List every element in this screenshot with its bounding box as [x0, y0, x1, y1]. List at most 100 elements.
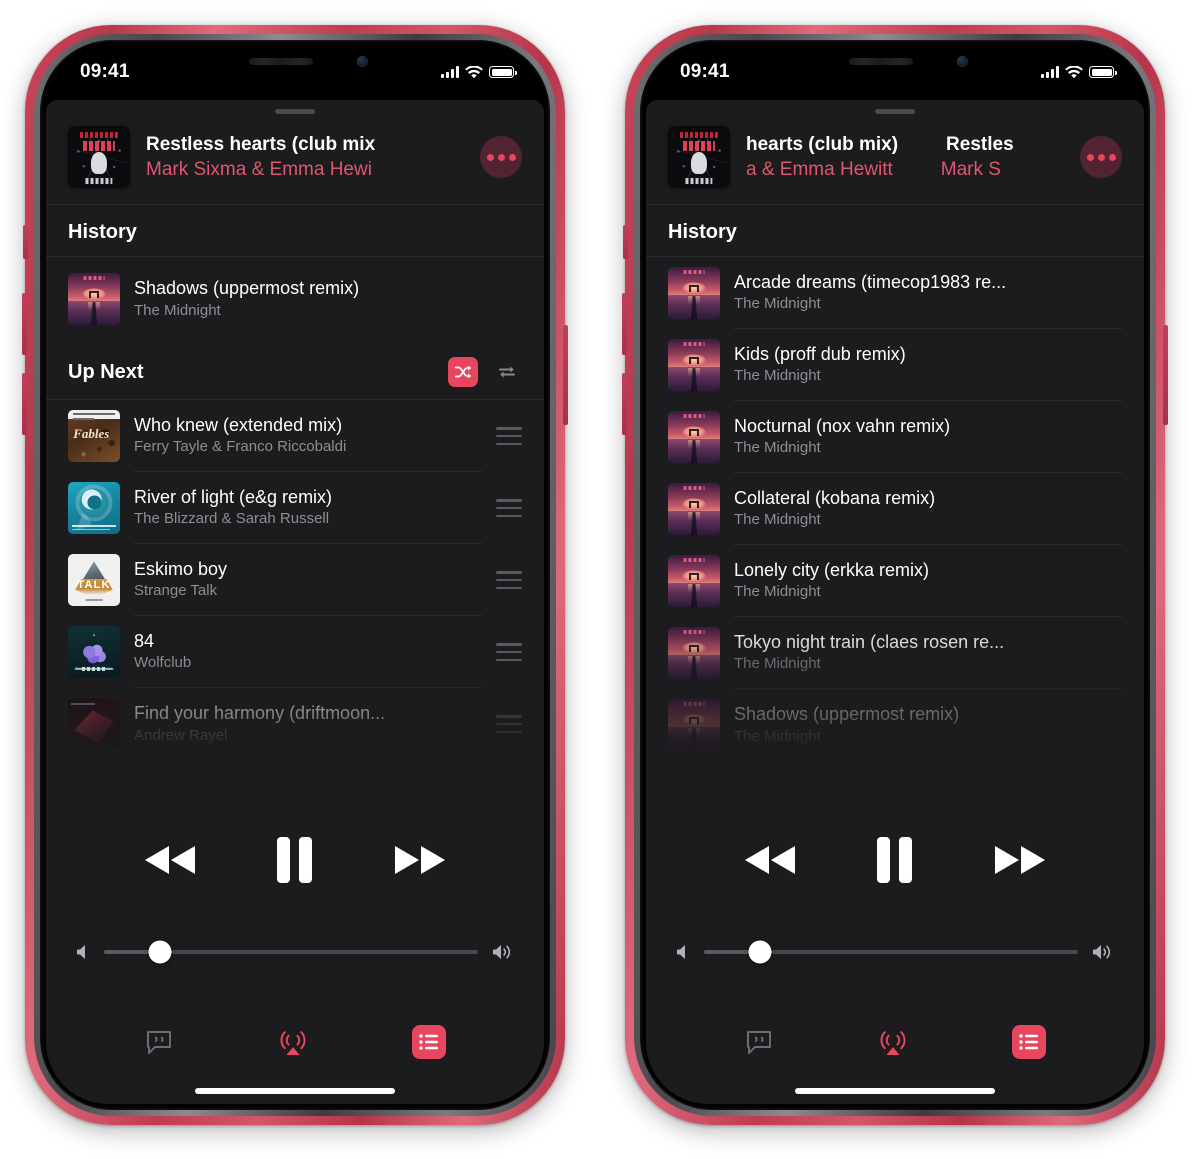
status-indicators: [1041, 65, 1117, 79]
track-artwork: TALK: [68, 554, 120, 606]
lyrics-button[interactable]: [144, 1027, 174, 1057]
track-artist: The Midnight: [734, 655, 821, 673]
drag-handle-icon[interactable]: [496, 427, 522, 445]
track-title: Shadows (uppermost remix): [734, 704, 960, 725]
track-artwork: Fables: [68, 410, 120, 462]
volume-track[interactable]: [104, 940, 478, 964]
track-title: Find your harmony (driftmoon...: [134, 703, 386, 724]
shuffle-icon: [454, 365, 472, 379]
repeat-button[interactable]: [492, 357, 522, 387]
screenshot-root: 09:41 Restless hearts (club mix Mark Six…: [0, 0, 1200, 1159]
history-section-header: History: [46, 205, 544, 257]
volume-down-button[interactable]: [622, 373, 627, 435]
notch: [190, 46, 400, 78]
fast-forward-icon: [994, 846, 1045, 874]
track-title: Collateral (kobana remix): [734, 487, 936, 508]
track-title: Kids (proff dub remix): [734, 343, 906, 364]
list-item[interactable]: Fables Who knew (extended mix) Ferry Tay…: [46, 400, 544, 472]
rewind-button[interactable]: [141, 843, 199, 877]
home-indicator[interactable]: [195, 1088, 395, 1094]
track-artist: The Midnight: [734, 367, 821, 385]
pause-button[interactable]: [877, 837, 913, 883]
up-next-list: Fables Who knew (extended mix) Ferry Tay…: [46, 400, 544, 760]
transport-controls: [646, 812, 1144, 908]
more-options-button[interactable]: [480, 136, 522, 178]
lyrics-icon: [746, 1031, 771, 1054]
wifi-icon: [1065, 65, 1083, 78]
lyrics-button[interactable]: [744, 1027, 774, 1057]
list-item[interactable]: Shadows (uppermost remix) The Midnight: [46, 263, 544, 335]
list-item[interactable]: River of light (e&g remix) The Blizzard …: [46, 472, 544, 544]
track-title: River of light (e&g remix): [134, 486, 333, 507]
cellular-bars-icon: [1041, 66, 1059, 78]
rewind-button[interactable]: [741, 843, 799, 877]
now-playing-sheet: hearts (club mix) Restles a & Emma Hewit…: [646, 100, 1144, 1104]
home-indicator[interactable]: [795, 1088, 995, 1094]
queue-button[interactable]: [412, 1025, 447, 1059]
now-playing-artist-repeat: Mark S: [940, 159, 1001, 180]
volume-track[interactable]: [704, 940, 1078, 964]
pause-button[interactable]: [277, 837, 313, 883]
drag-handle-icon[interactable]: [496, 643, 522, 661]
track-artist: The Midnight: [734, 583, 821, 601]
track-artist: The Blizzard & Sarah Russell: [134, 510, 330, 528]
track-artwork: [668, 267, 720, 319]
fast-forward-button[interactable]: [391, 843, 449, 877]
rewind-icon: [145, 846, 196, 874]
queue-button[interactable]: [1012, 1025, 1047, 1059]
front-camera-icon: [357, 56, 368, 67]
volume-up-button[interactable]: [622, 293, 627, 355]
list-item[interactable]: 84 Wolfclub: [46, 616, 544, 688]
cellular-bars-icon: [441, 66, 459, 78]
history-list: Shadows (uppermost remix) The Midnight: [46, 257, 544, 341]
track-title: 84: [134, 630, 155, 651]
track-artist: The Midnight: [734, 727, 821, 745]
player-tab-bar: [646, 996, 1144, 1088]
player-tab-bar: [46, 996, 544, 1088]
list-item[interactable]: Nocturnal (nox vahn remix) The Midnight: [646, 401, 1144, 473]
list-item[interactable]: Arcade dreams (timecop1983 re... The Mid…: [646, 257, 1144, 329]
airplay-button[interactable]: [877, 1026, 909, 1058]
track-artwork: [668, 555, 720, 607]
mute-switch[interactable]: [23, 225, 28, 259]
battery-icon: [1089, 66, 1117, 78]
volume-slider[interactable]: [46, 908, 544, 996]
list-item[interactable]: TALK Eskimo boy Strange Talk: [46, 544, 544, 616]
drag-handle-icon[interactable]: [496, 571, 522, 589]
airplay-button[interactable]: [277, 1026, 309, 1058]
up-next-title: Up Next: [68, 360, 144, 383]
rewind-icon: [745, 846, 796, 874]
drag-handle-icon[interactable]: [496, 715, 522, 733]
volume-max-icon: [1093, 945, 1111, 959]
track-title: Lonely city (erkka remix): [734, 559, 930, 580]
list-item[interactable]: Lonely city (erkka remix) The Midnight: [646, 545, 1144, 617]
power-button[interactable]: [1163, 325, 1168, 425]
more-options-button[interactable]: [1080, 136, 1122, 178]
drag-handle-icon[interactable]: [496, 499, 522, 517]
volume-knob[interactable]: [148, 940, 172, 964]
volume-down-button[interactable]: [22, 373, 27, 435]
shuffle-button[interactable]: [448, 357, 478, 387]
list-item[interactable]: Shadows (uppermost remix) The Midnight: [646, 689, 1144, 761]
power-button[interactable]: [563, 325, 568, 425]
volume-knob[interactable]: [748, 940, 772, 964]
volume-slider[interactable]: [646, 908, 1144, 996]
airplay-icon: [880, 1031, 906, 1055]
list-item[interactable]: Find your harmony (driftmoon... Andrew R…: [46, 688, 544, 760]
airplay-icon: [280, 1031, 306, 1055]
transport-controls: [46, 812, 544, 908]
lyrics-icon: [146, 1031, 171, 1054]
phone-right: 09:41 hearts (club mix) Restles a & Emma…: [622, 25, 1168, 1125]
phone-screen-left: 09:41 Restless hearts (club mix Mark Six…: [46, 46, 544, 1104]
volume-max-icon: [493, 945, 511, 959]
now-playing-title: Restless hearts (club mix: [146, 133, 376, 155]
list-item[interactable]: Collateral (kobana remix) The Midnight: [646, 473, 1144, 545]
volume-up-button[interactable]: [22, 293, 27, 355]
mute-switch[interactable]: [623, 225, 628, 259]
battery-icon: [489, 66, 517, 78]
history-title: History: [68, 221, 137, 243]
list-item[interactable]: Tokyo night train (claes rosen re... The…: [646, 617, 1144, 689]
repeat-icon: [499, 366, 515, 378]
fast-forward-button[interactable]: [991, 843, 1049, 877]
list-item[interactable]: Kids (proff dub remix) The Midnight: [646, 329, 1144, 401]
